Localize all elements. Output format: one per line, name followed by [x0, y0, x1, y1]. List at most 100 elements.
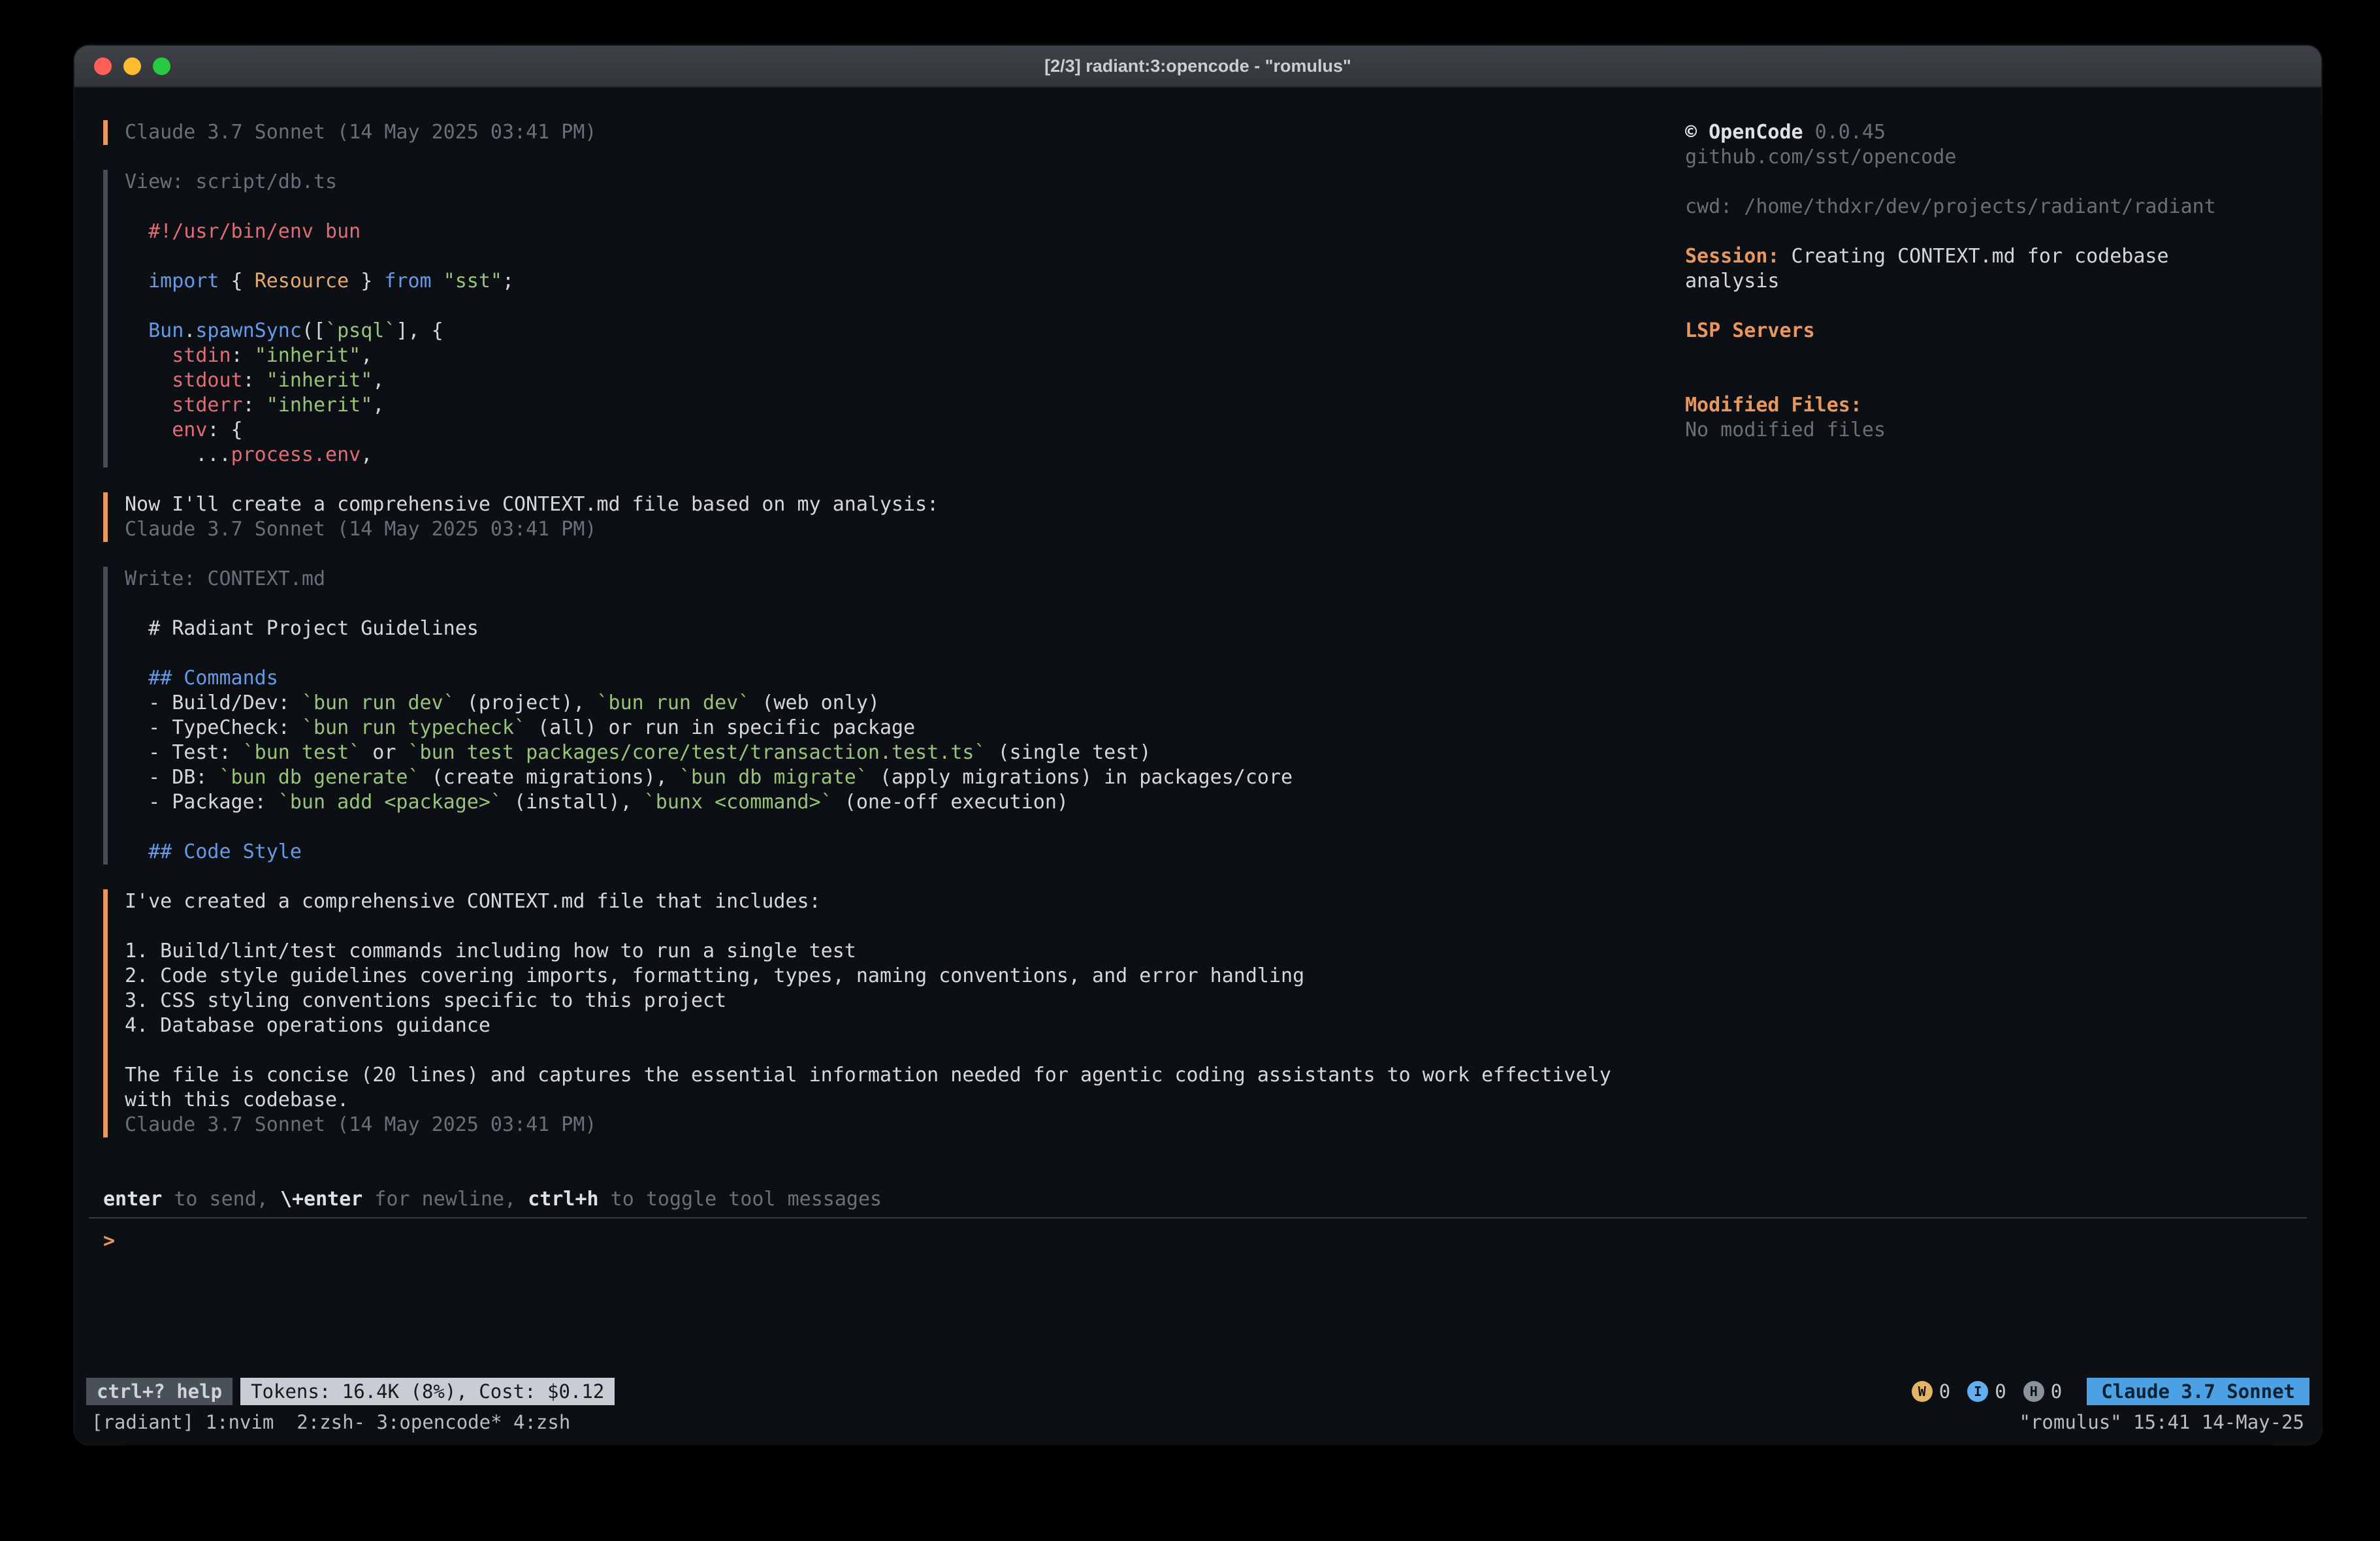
blank-line: [125, 294, 1685, 319]
code-line: - TypeCheck: `bun run typecheck` (all) o…: [125, 716, 1685, 740]
tmux-session-windows[interactable]: [radiant] 1:nvim 2:zsh- 3:opencode* 4:zs…: [91, 1410, 570, 1435]
blank-line: [1685, 294, 2240, 319]
text-segment: ,: [372, 369, 384, 392]
text-segment: (apply migrations) in packages/core: [868, 766, 1293, 789]
message-text: Now I'll create a comprehensive CONTEXT.…: [125, 492, 1685, 517]
cwd-line: cwd: /home/thdxr/dev/projects/radiant/ra…: [1685, 195, 2240, 219]
text-segment: "inherit": [255, 344, 361, 367]
blank-line: [125, 815, 1685, 840]
text-segment: (project),: [455, 691, 597, 714]
blank-line: [125, 641, 1685, 666]
text-segment: github.com/sst/opencode: [1685, 146, 1956, 168]
message-text: I've created a comprehensive CONTEXT.md …: [125, 889, 1685, 914]
model-badge[interactable]: Claude 3.7 Sonnet: [2087, 1378, 2309, 1405]
text-segment: :: [231, 344, 255, 367]
prompt-symbol: >: [103, 1230, 115, 1252]
tmux-host-time: "romulus" 15:41 14-May-25: [2019, 1410, 2305, 1435]
lsp-servers-header: LSP Servers: [1685, 319, 2240, 343]
text-segment: "inherit": [266, 369, 373, 392]
text-segment: `bunx <command>`: [644, 791, 833, 814]
text-segment: with this codebase.: [125, 1088, 349, 1111]
code-line: stdin: "inherit",: [125, 343, 1685, 368]
text-segment: to send,: [162, 1188, 280, 1211]
minimize-button[interactable]: [123, 57, 141, 75]
message-text: with this codebase.: [125, 1088, 1685, 1113]
text-segment: `psql`: [325, 319, 396, 342]
modified-files-header: Modified Files:: [1685, 393, 2240, 418]
text-segment: 4. Database operations guidance: [125, 1014, 490, 1037]
window-title: [2/3] radiant:3:opencode - "romulus": [74, 56, 2321, 76]
blank-line: [125, 244, 1685, 269]
code-line: import { Resource } from "sst";: [125, 269, 1685, 294]
close-button[interactable]: [94, 57, 112, 75]
text-segment: [125, 319, 148, 342]
app-brand: © OpenCode 0.0.45: [1685, 120, 2240, 145]
titlebar[interactable]: [2/3] radiant:3:opencode - "romulus": [74, 46, 2321, 87]
code-line: - Package: `bun add <package>` (install)…: [125, 790, 1685, 815]
message-text: 4. Database operations guidance: [125, 1013, 1685, 1038]
message-input[interactable]: >: [89, 1217, 2307, 1376]
code-line: env: {: [125, 418, 1685, 443]
message-timestamp: Claude 3.7 Sonnet (14 May 2025 03:41 PM): [125, 120, 1685, 145]
text-segment: - Package:: [125, 791, 278, 814]
text-segment: ;: [502, 270, 514, 293]
message-text: The file is concise (20 lines) and captu…: [125, 1063, 1685, 1088]
text-segment: (create migrations),: [420, 766, 679, 789]
blank-line: [125, 1038, 1685, 1063]
zoom-button[interactable]: [153, 57, 170, 75]
assistant-message-summary: I've created a comprehensive CONTEXT.md …: [103, 889, 1685, 1137]
hint-key-backslash-enter: \+enter: [280, 1188, 362, 1211]
blank-line: [1685, 368, 2240, 393]
session-label: Session:: [1685, 245, 1780, 268]
sidebar: © OpenCode 0.0.45github.com/sst/opencode…: [1685, 120, 2292, 1162]
chat-column: Claude 3.7 Sonnet (14 May 2025 03:41 PM)…: [103, 120, 1685, 1162]
blank-line: [125, 592, 1685, 616]
modified-files-empty: No modified files: [1685, 418, 2240, 443]
text-segment: to toggle tool messages: [599, 1188, 882, 1211]
code-line: Bun.spawnSync([`psql`], {: [125, 319, 1685, 343]
text-segment: stdout: [172, 369, 242, 392]
text-segment: .: [184, 319, 195, 342]
code-line: stderr: "inherit",: [125, 393, 1685, 418]
text-segment: ## Commands: [148, 667, 278, 690]
text-segment: Write: CONTEXT.md: [125, 567, 325, 590]
terminal-window: [2/3] radiant:3:opencode - "romulus" Cla…: [74, 46, 2321, 1444]
text-segment: "sst": [443, 270, 502, 293]
text-segment: (one-off execution): [833, 791, 1069, 814]
session-line-wrap: analysis: [1685, 269, 2240, 294]
hint-key-ctrl-h: ctrl+h: [528, 1188, 598, 1211]
blank-line: [1685, 343, 2240, 368]
text-segment: [125, 270, 148, 293]
code-line: #!/usr/bin/env bun: [125, 219, 1685, 244]
text-segment: ], {: [396, 319, 443, 342]
text-segment: : {: [207, 419, 242, 441]
assistant-message: Now I'll create a comprehensive CONTEXT.…: [103, 492, 1685, 542]
text-segment: I've created a comprehensive CONTEXT.md …: [125, 890, 821, 913]
blank-line: [1685, 170, 2240, 195]
text-segment: ...: [125, 443, 231, 466]
text-segment: `bun add <package>`: [278, 791, 502, 814]
message-timestamp: Claude 3.7 Sonnet (14 May 2025 03:41 PM): [125, 517, 1685, 542]
text-segment: ,: [372, 394, 384, 417]
input-hint-line: enter to send, \+enter for newline, ctrl…: [103, 1187, 2292, 1212]
tmux-status-bar: [radiant] 1:nvim 2:zsh- 3:opencode* 4:zs…: [74, 1406, 2321, 1444]
text-segment: from: [384, 270, 431, 293]
session-title-wrap: analysis: [1685, 270, 1780, 293]
text-segment: `bun test packages/core/test/transaction…: [408, 741, 986, 764]
hint-count: 0: [2051, 1379, 2062, 1404]
code-line: ## Code Style: [125, 840, 1685, 865]
session-title: Creating CONTEXT.md for codebase: [1780, 245, 2169, 268]
app-repo: github.com/sst/opencode: [1685, 145, 2240, 170]
text-segment: }: [349, 270, 384, 293]
text-segment: :: [243, 394, 266, 417]
copyright-icon: ©: [1685, 121, 1709, 144]
text-segment: (single test): [986, 741, 1151, 764]
traffic-lights: [94, 57, 170, 75]
text-segment: for newline,: [362, 1188, 528, 1211]
code-line: ...process.env,: [125, 443, 1685, 468]
text-segment: or: [361, 741, 408, 764]
text-segment: Claude 3.7 Sonnet (14 May 2025 03:41 PM): [125, 121, 596, 144]
info-diagnostic: I 0: [1967, 1379, 2006, 1404]
hint-key-enter: enter: [103, 1188, 162, 1211]
app-version: 0.0.45: [1803, 121, 1886, 144]
